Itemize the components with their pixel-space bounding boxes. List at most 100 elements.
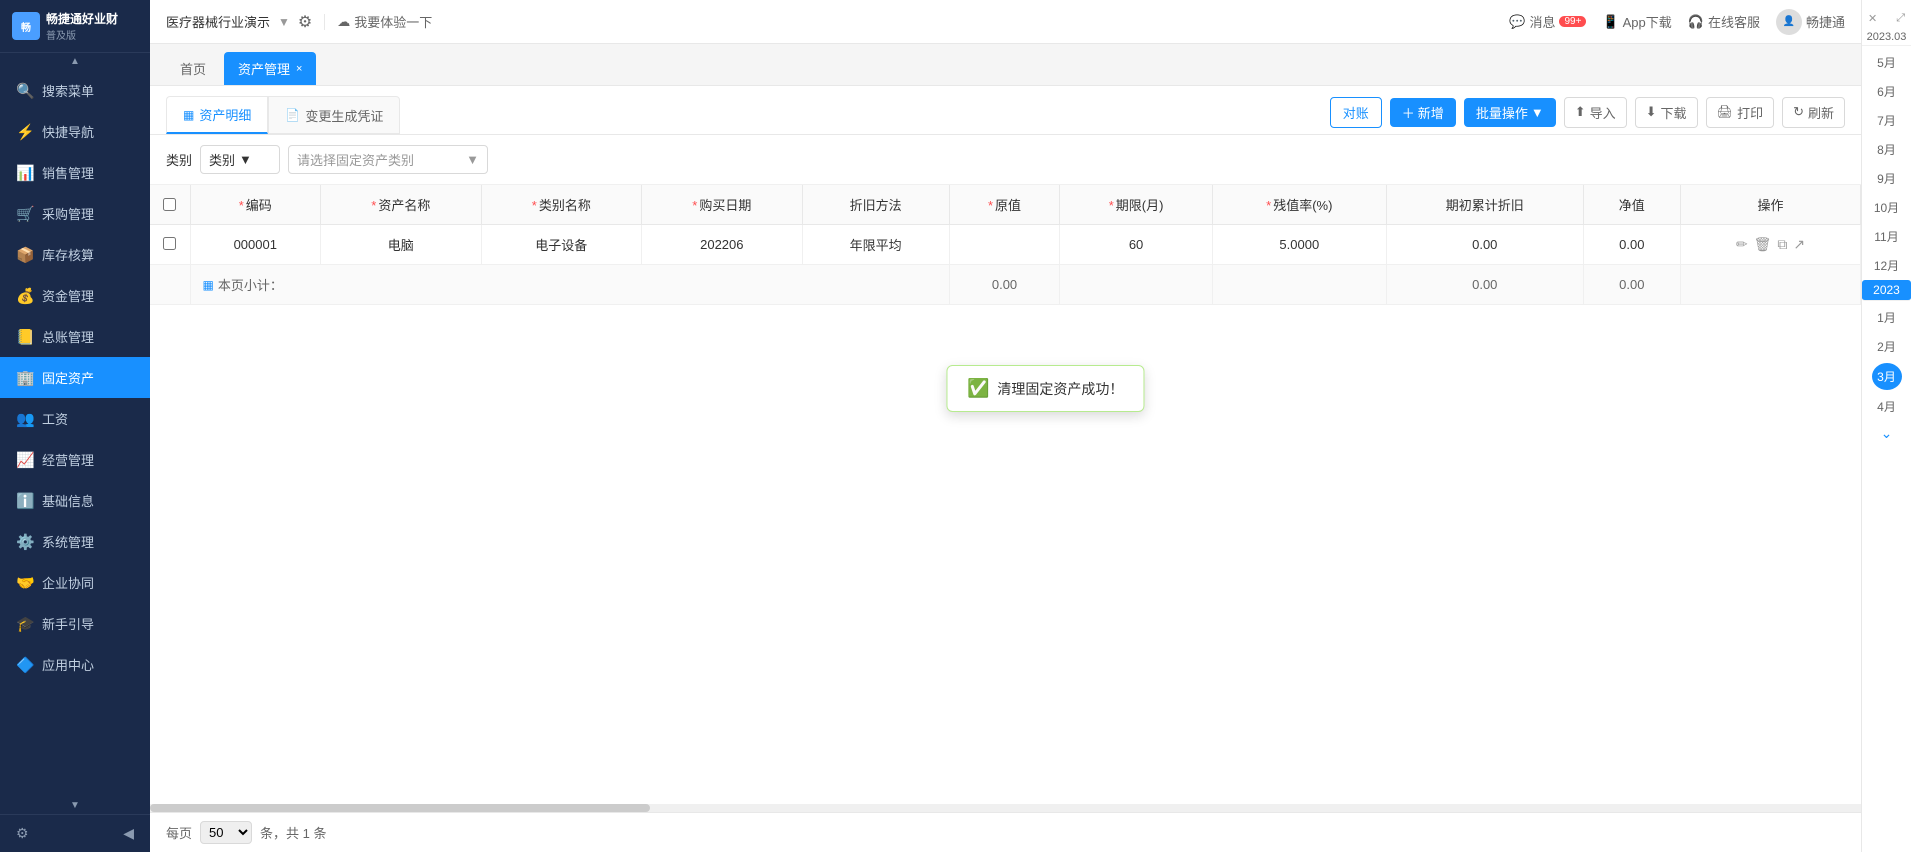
month-10[interactable]: 10月 xyxy=(1862,193,1911,222)
download-button[interactable]: ⬇ 下载 xyxy=(1635,97,1698,128)
sidebar-item-search[interactable]: 🔍 搜索菜单 xyxy=(0,70,150,111)
import-button[interactable]: ⬆ 导入 xyxy=(1564,97,1627,128)
month-2[interactable]: 2月 xyxy=(1862,332,1911,361)
sidebar-item-guide[interactable]: 🎓 新手引导 xyxy=(0,603,150,644)
td-name: 电脑 xyxy=(321,225,482,265)
sidebar-item-label: 资金管理 xyxy=(42,286,94,305)
category-type-select[interactable]: 类别 ▼ xyxy=(200,145,280,174)
sidebar-item-enterprise[interactable]: 🤝 企业协同 xyxy=(0,562,150,603)
right-panel-header: ✕ ⤢ xyxy=(1862,8,1911,29)
sidebar-scroll-down[interactable]: ▼ xyxy=(0,797,150,814)
scrollbar-thumb[interactable] xyxy=(150,804,650,812)
app-download-action[interactable]: 📱 App下载 xyxy=(1602,12,1671,31)
month-6[interactable]: 6月 xyxy=(1862,77,1911,106)
user-profile[interactable]: 👤 畅捷通 xyxy=(1776,9,1845,35)
sidebar-item-quicknav[interactable]: ⚡ 快捷导航 xyxy=(0,111,150,152)
message-action[interactable]: 💬 消息 99+ xyxy=(1509,12,1586,31)
month-1[interactable]: 1月 xyxy=(1862,303,1911,332)
right-panel-down-icon[interactable]: ⌄ xyxy=(1881,425,1893,442)
row-checkbox[interactable] xyxy=(163,237,176,250)
sidebar-item-label: 库存核算 xyxy=(42,245,94,264)
sales-icon: 📊 xyxy=(16,164,34,182)
collapse-icon[interactable]: ◀ xyxy=(123,825,134,842)
sidebar-item-label: 企业协同 xyxy=(42,573,94,592)
sidebar-item-finance[interactable]: 💰 资金管理 xyxy=(0,275,150,316)
online-service-action[interactable]: 🎧 在线客服 xyxy=(1688,12,1760,31)
refresh-icon: ↻ xyxy=(1793,104,1804,120)
tab-asset-management[interactable]: 资产管理 × xyxy=(224,52,316,85)
sub-tabs-left: ▦ 资产明细 📄 变更生成凭证 xyxy=(166,96,400,134)
month-4[interactable]: 4月 xyxy=(1862,392,1911,421)
year-display: 2023.03 xyxy=(1862,29,1911,46)
sidebar-item-purchase[interactable]: 🛒 采购管理 xyxy=(0,193,150,234)
footer: 每页 50 100 200 条，共 1 条 xyxy=(150,812,1861,852)
experience-button[interactable]: ☁ 我要体验一下 xyxy=(337,12,432,31)
td-residual-rate: 5.0000 xyxy=(1212,225,1386,265)
duizhang-button[interactable]: 对账 xyxy=(1330,97,1382,128)
th-net-value: 净值 xyxy=(1583,185,1680,225)
delete-icon[interactable]: 🗑 xyxy=(1754,236,1772,253)
horizontal-scrollbar[interactable] xyxy=(150,804,1861,812)
sidebar-scroll-up[interactable]: ▲ xyxy=(0,53,150,70)
quicknav-icon: ⚡ xyxy=(16,123,34,141)
toolbar: 对账 ＋ 新增 批量操作 ▼ ⬆ 导入 ⬇ 下载 🖨 xyxy=(1330,97,1845,134)
month-8[interactable]: 8月 xyxy=(1862,135,1911,164)
tab-home[interactable]: 首页 xyxy=(166,52,220,85)
divider xyxy=(324,14,325,30)
sub-tabs: ▦ 资产明细 📄 变更生成凭证 对账 ＋ 新增 批量操作 ▼ xyxy=(150,86,1861,135)
month-12[interactable]: 12月 xyxy=(1862,251,1911,280)
month-11[interactable]: 11月 xyxy=(1862,222,1911,251)
td-actions: ✏ 🗑 ⧉ ↗ xyxy=(1680,225,1860,265)
sidebar-item-inventory[interactable]: 📦 库存核算 xyxy=(0,234,150,275)
new-button[interactable]: ＋ 新增 xyxy=(1390,98,1456,127)
right-panel: ✕ ⤢ 2023.03 5月 6月 7月 8月 9月 10月 11月 12月 2… xyxy=(1861,0,1911,852)
th-category: *类别名称 xyxy=(481,185,642,225)
company-settings-icon[interactable]: ⚙ xyxy=(298,12,312,32)
content-area: ▦ 资产明细 📄 变更生成凭证 对账 ＋ 新增 批量操作 ▼ xyxy=(150,86,1861,852)
th-actions: 操作 xyxy=(1680,185,1860,225)
month-3-current[interactable]: 3月 xyxy=(1872,363,1902,390)
sub-tab-change-voucher[interactable]: 📄 变更生成凭证 xyxy=(268,96,400,134)
settings-bottom-icon[interactable]: ⚙ xyxy=(16,825,29,842)
td-depreciation-method: 年限平均 xyxy=(802,225,949,265)
tab-close-icon[interactable]: × xyxy=(296,63,302,75)
sidebar-item-appcenter[interactable]: 🔷 应用中心 xyxy=(0,644,150,685)
sidebar-item-assets[interactable]: 🏢 固定资产 xyxy=(0,357,150,398)
sub-tab-asset-detail[interactable]: ▦ 资产明细 xyxy=(166,96,268,134)
month-9[interactable]: 9月 xyxy=(1862,164,1911,193)
payroll-icon: 👥 xyxy=(16,410,34,428)
sidebar-item-basicinfo[interactable]: ℹ️ 基础信息 xyxy=(0,480,150,521)
new-label: 新增 xyxy=(1418,103,1444,122)
sidebar-item-label: 销售管理 xyxy=(42,163,94,182)
company-name: 医疗器械行业演示 xyxy=(166,12,270,31)
td-purchase-date: 202206 xyxy=(642,225,803,265)
month-5[interactable]: 5月 xyxy=(1862,48,1911,77)
category-value-select[interactable]: 请选择固定资产类别 ▼ xyxy=(288,145,488,174)
right-panel-expand-icon[interactable]: ⤢ xyxy=(1896,12,1905,25)
th-checkbox xyxy=(150,185,190,225)
refresh-button[interactable]: ↻ 刷新 xyxy=(1782,97,1845,128)
more-icon[interactable]: ↗ xyxy=(1793,236,1805,253)
sidebar-item-system[interactable]: ⚙️ 系统管理 xyxy=(0,521,150,562)
sidebar-item-sales[interactable]: 📊 销售管理 xyxy=(0,152,150,193)
print-button[interactable]: 🖨 打印 xyxy=(1706,97,1775,128)
copy-icon[interactable]: ⧉ xyxy=(1777,236,1787,253)
sidebar-item-operations[interactable]: 📈 经营管理 xyxy=(0,439,150,480)
td-code: 000001 xyxy=(190,225,321,265)
total-text: 条，共 1 条 xyxy=(260,823,326,842)
operations-icon: 📈 xyxy=(16,451,34,469)
sidebar-item-label: 快捷导航 xyxy=(42,122,94,141)
right-panel-close-icon[interactable]: ✕ xyxy=(1868,12,1877,25)
sidebar-item-ledger[interactable]: 📒 总账管理 xyxy=(0,316,150,357)
sidebar-item-label: 应用中心 xyxy=(42,655,94,674)
finance-icon: 💰 xyxy=(16,287,34,305)
batch-ops-button[interactable]: 批量操作 ▼ xyxy=(1464,98,1556,127)
month-7[interactable]: 7月 xyxy=(1862,106,1911,135)
edit-icon[interactable]: ✏ xyxy=(1736,236,1748,253)
company-dropdown-arrow[interactable]: ▼ xyxy=(278,15,290,29)
sidebar-item-payroll[interactable]: 👥 工资 xyxy=(0,398,150,439)
inventory-icon: 📦 xyxy=(16,246,34,264)
th-code: *编码 xyxy=(190,185,321,225)
per-page-select[interactable]: 50 100 200 xyxy=(200,821,252,844)
select-all-checkbox[interactable] xyxy=(163,198,176,211)
